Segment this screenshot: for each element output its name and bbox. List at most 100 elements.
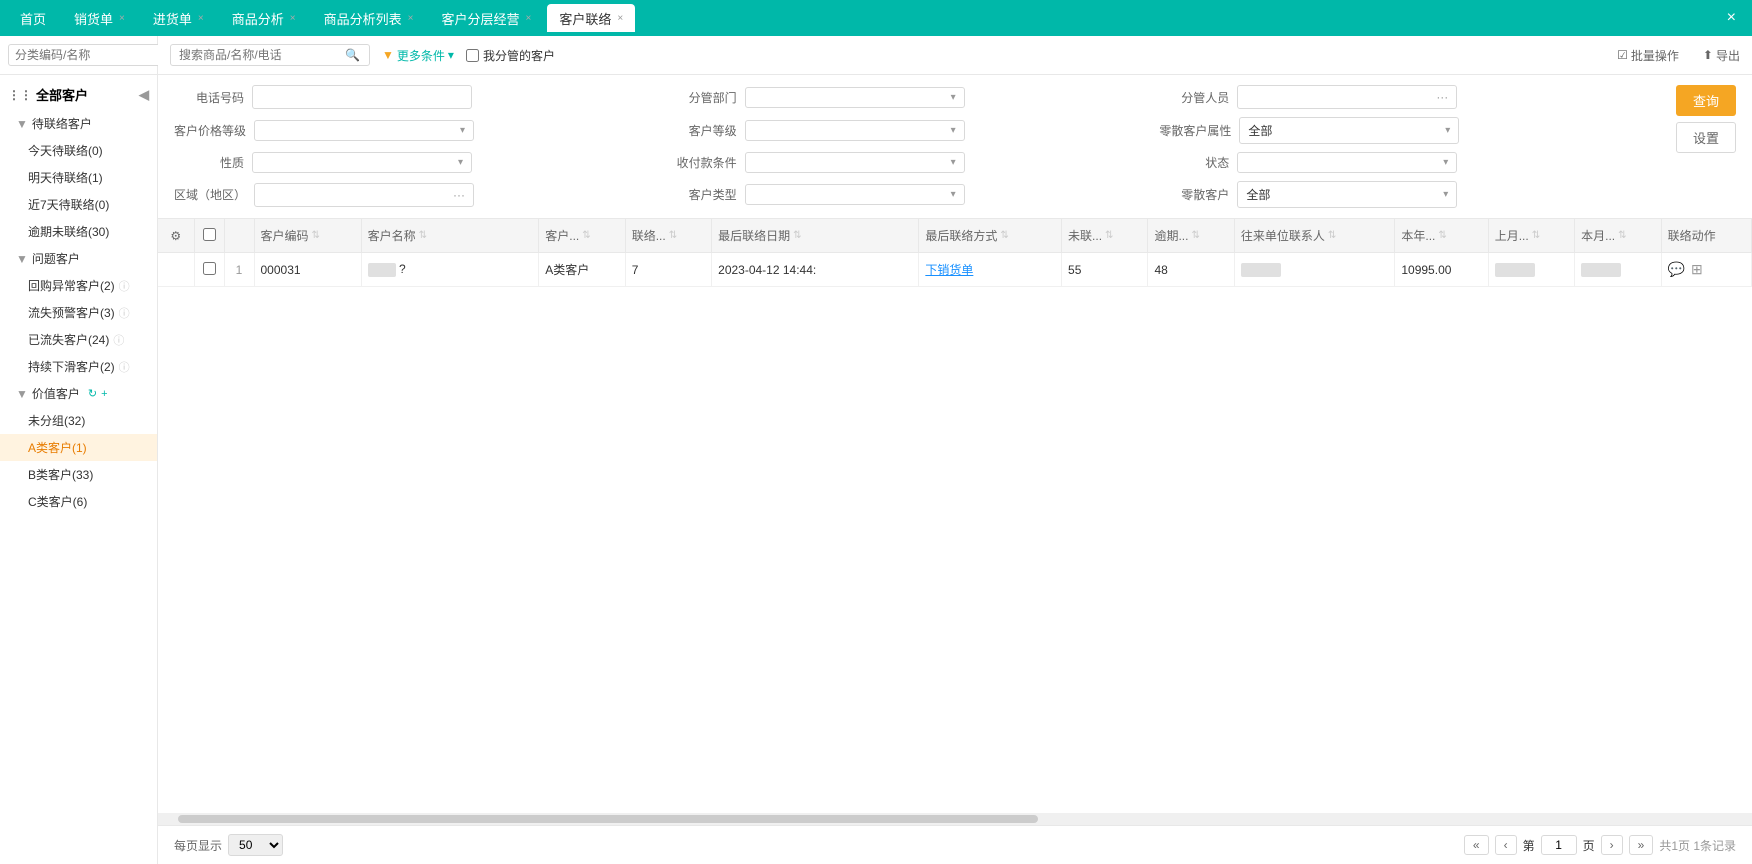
last-method-link[interactable]: 下销货单 (925, 263, 973, 277)
pagination-bar: 每页显示 50 100 200 « ‹ 第 页 › » 共1页 1条记录 (158, 825, 1752, 864)
sort-last-month-icon[interactable]: ⇅ (1532, 230, 1540, 241)
prev-page-btn[interactable]: ‹ (1495, 835, 1517, 855)
label-status: 状态 (1159, 154, 1229, 171)
filter-my-customers-checkbox[interactable]: 我分管的客户 (466, 47, 555, 64)
page-number-input[interactable] (1541, 835, 1577, 855)
select-region[interactable]: ··· (254, 183, 474, 207)
next-page-btn[interactable]: › (1601, 835, 1623, 855)
nav-tab-analysis-list[interactable]: 商品分析列表 × (312, 4, 426, 32)
nav-tab-customer-contact[interactable]: 客户联络 × (547, 4, 635, 32)
sidebar-item-repurchase-abnormal[interactable]: 回购异常客户(2) ⓘ (0, 272, 157, 299)
col-actions: 联络动作 (1661, 219, 1751, 253)
sort-code-icon[interactable]: ⇅ (312, 230, 320, 241)
sort-name-icon[interactable]: ⇅ (419, 230, 427, 241)
add-group-icon[interactable]: + (101, 388, 107, 400)
link-action-icon[interactable]: ⊞ (1691, 261, 1703, 278)
select-manager[interactable]: ··· (1237, 85, 1457, 109)
sidebar-item-class-a[interactable]: A类客户(1) (0, 434, 157, 461)
sidebar-group-problem[interactable]: ▼ 问题客户 (0, 245, 157, 272)
content-area: 🔍 ▼ 更多条件 ▾ 我分管的客户 ☑ 批量操作 ⬆ 导出 (158, 36, 1752, 864)
row-name: ? (361, 253, 539, 287)
row-actions: 💬 ⊞ (1661, 253, 1751, 287)
close-sales-tab-icon[interactable]: × (119, 13, 125, 24)
sidebar-search-input[interactable] (8, 44, 177, 66)
sidebar-item-tomorrow[interactable]: 明天待联络(1) (0, 164, 157, 191)
row-last-date: 2023-04-12 14:44: (712, 253, 919, 287)
sort-this-year-icon[interactable]: ⇅ (1438, 230, 1446, 241)
dots-region-icon[interactable]: ··· (453, 188, 465, 202)
sidebar-item-overdue[interactable]: 逾期未联络(30) (0, 218, 157, 245)
top-nav: 首页 销货单 × 进货单 × 商品分析 × 商品分析列表 × 客户分层经营 × … (0, 0, 1752, 36)
sort-this-month-icon[interactable]: ⇅ (1618, 230, 1626, 241)
scrollbar-thumb[interactable] (178, 815, 1038, 823)
close-analysis-tab-icon[interactable]: × (290, 13, 296, 24)
nav-tab-sales[interactable]: 销货单 × (62, 4, 137, 32)
sort-overdue-icon[interactable]: ⇅ (1191, 230, 1199, 241)
query-button[interactable]: 查询 (1676, 85, 1736, 116)
select-nature[interactable]: ▾ (252, 152, 472, 173)
filter-more-btn[interactable]: ▼ 更多条件 ▾ (382, 47, 454, 64)
nav-close-all-btn[interactable]: × (1719, 9, 1744, 27)
col-overdue: 逾期... ⇅ (1148, 219, 1234, 253)
sidebar-all-customers[interactable]: ⋮⋮ 全部客户 ◀ (0, 79, 157, 110)
sort-last-date-icon[interactable]: ⇅ (793, 230, 801, 241)
refresh-icon[interactable]: ↻ (88, 387, 97, 400)
sidebar-item-class-b[interactable]: B类客户(33) (0, 461, 157, 488)
nav-tab-analysis[interactable]: 商品分析 × (220, 4, 308, 32)
sidebar-item-churn-warning[interactable]: 流失预警客户(3) ⓘ (0, 299, 157, 326)
sidebar-collapse-icon[interactable]: ◀ (139, 87, 149, 103)
select-price-level[interactable]: ▾ (254, 120, 474, 141)
select-cust-type[interactable]: ▾ (745, 184, 965, 205)
close-purchase-tab-icon[interactable]: × (198, 13, 204, 24)
col-code: 客户编码 ⇅ (254, 219, 361, 253)
filter-cell-sparse: 零散客户 全部 ▾ (1159, 181, 1652, 208)
chevron-sparse-icon: ▾ (1443, 189, 1448, 200)
sidebar-item-today[interactable]: 今天待联络(0) (0, 137, 157, 164)
col-uncontacted: 未联... ⇅ (1062, 219, 1148, 253)
chevron-dept-icon: ▾ (951, 92, 956, 103)
row-select-checkbox[interactable] (203, 262, 216, 275)
sidebar-item-churned[interactable]: 已流失客户(24) ⓘ (0, 326, 157, 353)
settings-button[interactable]: 设置 (1676, 122, 1736, 153)
input-phone[interactable] (252, 85, 472, 109)
my-customers-check[interactable] (466, 49, 479, 62)
select-payment[interactable]: ▾ (745, 152, 965, 173)
select-dept[interactable]: ▾ (745, 87, 965, 108)
nav-tab-customer-segment[interactable]: 客户分层经营 × (429, 4, 543, 32)
nav-tab-purchase[interactable]: 进货单 × (141, 4, 216, 32)
sidebar-item-class-c[interactable]: C类客户(6) (0, 488, 157, 515)
close-contact-tab-icon[interactable]: × (617, 13, 623, 24)
filter-search-icon[interactable]: 🔍 (345, 48, 360, 62)
sort-last-method-icon[interactable]: ⇅ (1000, 230, 1008, 241)
batch-ops-btn[interactable]: ☑ 批量操作 (1617, 47, 1679, 64)
sidebar-item-declining[interactable]: 持续下滑客户(2) ⓘ (0, 353, 157, 380)
comment-action-icon[interactable]: 💬 (1668, 261, 1685, 278)
label-dept: 分管部门 (667, 89, 737, 106)
sort-unit-icon[interactable]: ⇅ (1328, 230, 1336, 241)
select-all-checkbox[interactable] (203, 228, 216, 241)
close-segment-tab-icon[interactable]: × (525, 13, 531, 24)
sidebar-group-pending[interactable]: ▼ 待联络客户 (0, 110, 157, 137)
sidebar-group-value[interactable]: ▼ 价值客户 ↻ + (0, 380, 157, 407)
filter-search-input[interactable] (179, 48, 339, 62)
nav-home-tab[interactable]: 首页 (8, 9, 58, 28)
chevron-sparse-attr-icon: ▾ (1445, 125, 1450, 136)
close-analysis-list-tab-icon[interactable]: × (408, 13, 414, 24)
select-sparse[interactable]: 全部 ▾ (1237, 181, 1457, 208)
first-page-btn[interactable]: « (1464, 835, 1489, 855)
page-size-select[interactable]: 50 100 200 (228, 834, 283, 856)
sidebar-item-7days[interactable]: 近7天待联络(0) (0, 191, 157, 218)
select-sparse-attr[interactable]: 全部 ▾ (1239, 117, 1459, 144)
last-page-btn[interactable]: » (1629, 835, 1654, 855)
select-cust-level[interactable]: ▾ (745, 120, 965, 141)
export-btn[interactable]: ⬆ 导出 (1703, 47, 1740, 64)
select-status[interactable]: ▾ (1237, 152, 1457, 173)
sort-type-icon[interactable]: ⇅ (582, 230, 590, 241)
sort-uncontacted-icon[interactable]: ⇅ (1105, 230, 1113, 241)
sort-contact-icon[interactable]: ⇅ (669, 230, 677, 241)
gear-icon[interactable]: ⚙ (170, 229, 181, 243)
col-index (224, 219, 254, 253)
dots-manager-icon[interactable]: ··· (1436, 90, 1448, 104)
horizontal-scrollbar[interactable] (158, 813, 1752, 825)
sidebar-item-unclassified[interactable]: 未分组(32) (0, 407, 157, 434)
